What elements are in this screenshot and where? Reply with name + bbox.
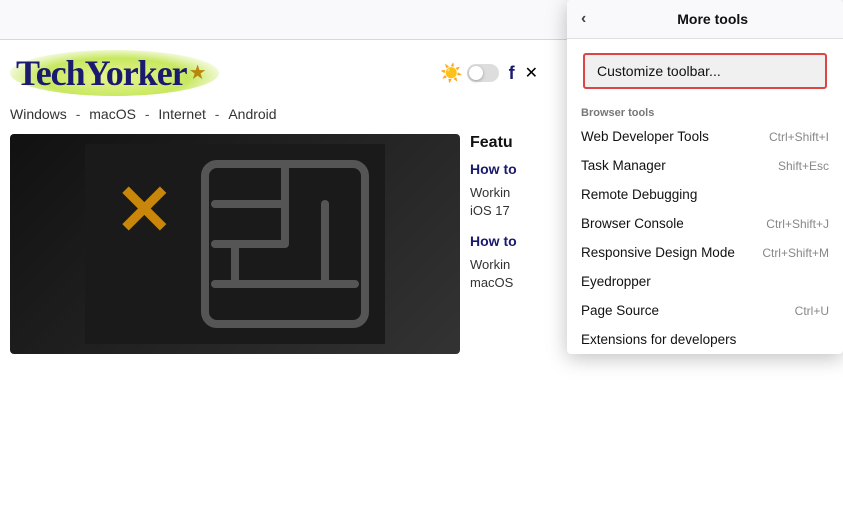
menu-item-task-manager[interactable]: Task Manager Shift+Esc — [567, 151, 843, 180]
nav-item-macos[interactable]: macOS — [89, 106, 136, 122]
image-placeholder: ✕ — [10, 134, 460, 354]
task-manager-shortcut: Shift+Esc — [778, 159, 829, 173]
page-source-shortcut: Ctrl+U — [795, 304, 829, 318]
svg-text:✕: ✕ — [115, 171, 174, 249]
dropdown-title: More tools — [596, 11, 829, 27]
twitter-x-icon: ✕ — [525, 63, 538, 83]
menu-item-web-developer-tools[interactable]: Web Developer Tools Ctrl+Shift+I — [567, 122, 843, 151]
back-button[interactable]: ‹ — [581, 10, 586, 28]
browser-tools-section-label: Browser tools — [567, 101, 843, 122]
logo-text: TechYorker — [16, 53, 187, 93]
menu-item-label: Web Developer Tools — [581, 129, 709, 144]
menu-item-remote-debugging[interactable]: Remote Debugging — [567, 180, 843, 209]
menu-item-label: Responsive Design Mode — [581, 245, 735, 260]
menu-item-page-source[interactable]: Page Source Ctrl+U — [567, 296, 843, 325]
facebook-icon: f — [509, 63, 515, 84]
more-tools-dropdown: ‹ More tools Customize toolbar... Browse… — [567, 0, 843, 354]
web-dev-tools-shortcut: Ctrl+Shift+I — [769, 130, 829, 144]
dropdown-header: ‹ More tools — [567, 0, 843, 39]
browser-console-shortcut: Ctrl+Shift+J — [766, 217, 829, 231]
menu-item-label: Remote Debugging — [581, 187, 697, 202]
menu-item-label: Page Source — [581, 303, 659, 318]
customize-toolbar-button[interactable]: Customize toolbar... — [583, 53, 827, 89]
menu-item-eyedropper[interactable]: Eyedropper — [567, 267, 843, 296]
menu-item-label: Task Manager — [581, 158, 666, 173]
site-logo: TechYorker★ — [10, 50, 219, 96]
nav-item-windows[interactable]: Windows — [10, 106, 67, 122]
menu-item-extensions-for-developers[interactable]: Extensions for developers — [567, 325, 843, 354]
dark-mode-toggle[interactable] — [467, 64, 499, 82]
menu-item-label: Browser Console — [581, 216, 684, 231]
nav-item-android[interactable]: Android — [228, 106, 276, 122]
featured-image: ✕ — [10, 134, 460, 354]
menu-item-browser-console[interactable]: Browser Console Ctrl+Shift+J — [567, 209, 843, 238]
nav-item-internet[interactable]: Internet — [158, 106, 205, 122]
menu-item-label: Eyedropper — [581, 274, 651, 289]
menu-item-responsive-design[interactable]: Responsive Design Mode Ctrl+Shift+M — [567, 238, 843, 267]
responsive-design-shortcut: Ctrl+Shift+M — [762, 246, 829, 260]
menu-item-label: Extensions for developers — [581, 332, 736, 347]
logo-star: ★ — [189, 62, 207, 84]
